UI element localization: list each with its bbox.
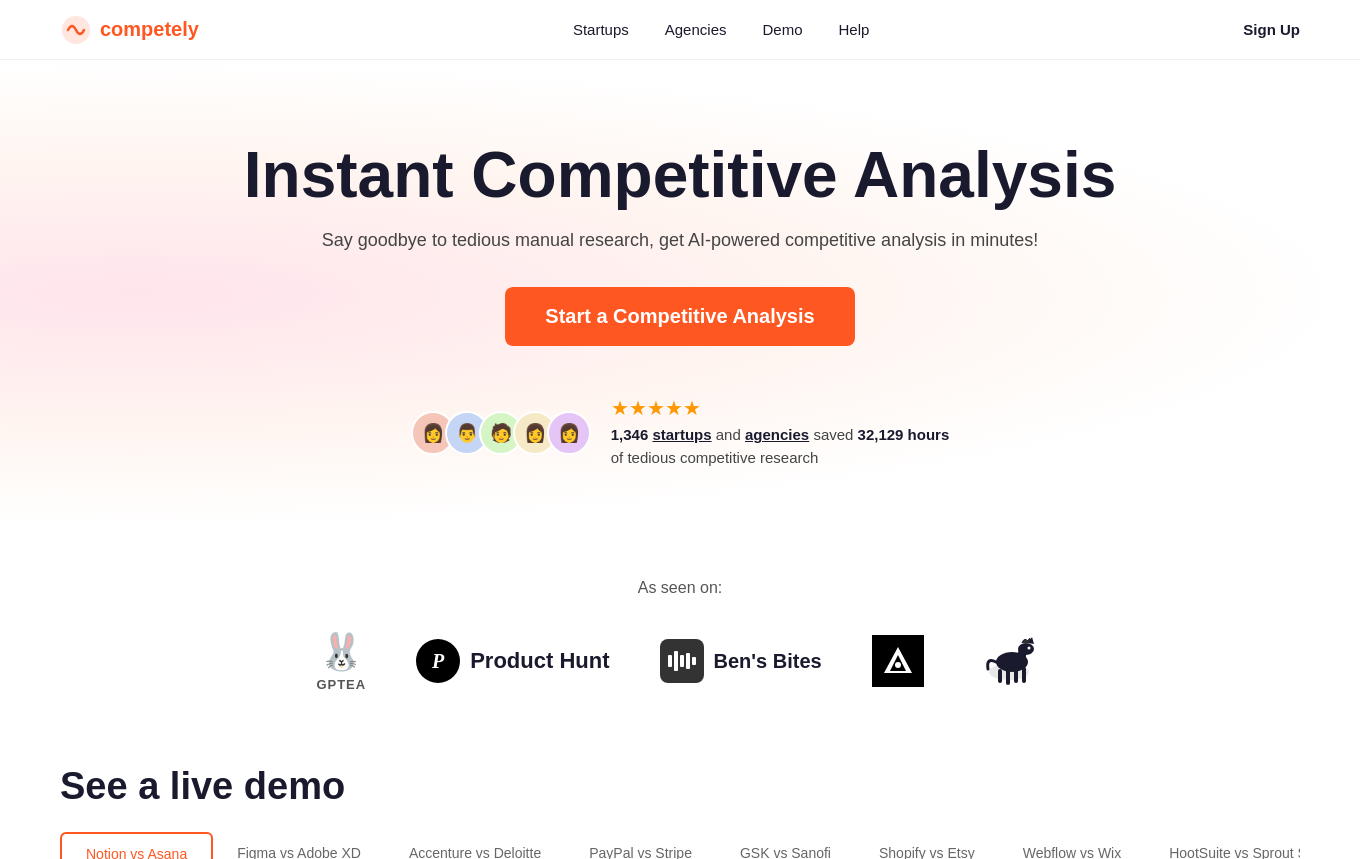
nav-startups[interactable]: Startups — [573, 21, 629, 38]
nav-links: Startups Agencies Demo Help — [573, 21, 869, 38]
demo-tab-figma-adobe[interactable]: Figma vs Adobe XD — [213, 832, 385, 859]
bens-bites-name: Ben's Bites — [714, 650, 822, 673]
demo-tab-gsk-sanofi[interactable]: GSK vs Sanofi — [716, 832, 855, 859]
product-hunt-logo: P Product Hunt — [416, 639, 609, 683]
as-seen-on-label: As seen on: — [20, 579, 1340, 597]
startups-link[interactable]: startups — [652, 426, 711, 443]
agencies-link[interactable]: agencies — [745, 426, 809, 443]
demo-tabs: Notion vs Asana Figma vs Adobe XD Accent… — [60, 832, 1300, 859]
svg-rect-16 — [1022, 667, 1026, 683]
svg-point-18 — [1027, 647, 1030, 650]
demo-tab-paypal-stripe[interactable]: PayPal vs Stripe — [565, 832, 716, 859]
hero-subheading: Say goodbye to tedious manual research, … — [20, 230, 1340, 251]
logo-text: competely — [100, 18, 199, 41]
svg-point-8 — [895, 662, 901, 668]
nav-help[interactable]: Help — [839, 21, 870, 38]
svg-rect-13 — [998, 669, 1002, 683]
gptea-text: GPTEA — [316, 677, 366, 692]
count: 1,346 — [611, 426, 649, 443]
svg-rect-4 — [686, 653, 690, 669]
avatar-group: 👩 👨 🧑 👩 👩 — [411, 411, 591, 455]
ai-valley-logo — [872, 635, 924, 687]
nav-agencies[interactable]: Agencies — [665, 21, 727, 38]
social-proof: 👩 👨 🧑 👩 👩 ★★★★★ 1,346 startups and agenc… — [20, 396, 1340, 469]
navbar: competely Startups Agencies Demo Help Si… — [0, 0, 1360, 60]
product-hunt-name: Product Hunt — [470, 648, 609, 674]
bens-bites-logo: Ben's Bites — [660, 639, 822, 683]
gptea-bunny-icon: 🐰 — [319, 631, 364, 673]
demo-tab-hootsuite-sprout[interactable]: HootSuite vs Sprout Social — [1145, 832, 1300, 859]
svg-rect-3 — [680, 655, 684, 667]
star-rating: ★★★★★ — [611, 396, 950, 420]
hero-heading: Instant Competitive Analysis — [20, 140, 1340, 210]
svg-rect-15 — [1014, 669, 1018, 683]
hours: 32,129 hours — [858, 426, 950, 443]
demo-tab-webflow-wix[interactable]: Webflow vs Wix — [999, 832, 1146, 859]
demo-tab-accenture-deloitte[interactable]: Accenture vs Deloitte — [385, 832, 565, 859]
svg-rect-2 — [674, 651, 678, 671]
signup-button[interactable]: Sign Up — [1243, 21, 1300, 38]
logos-row: 🐰 GPTEA P Product Hunt Ben's Bites — [20, 627, 1340, 695]
demo-tab-notion-asana[interactable]: Notion vs Asana — [60, 832, 213, 859]
svg-rect-1 — [668, 655, 672, 667]
superception-logo — [974, 627, 1044, 695]
svg-rect-12 — [1018, 649, 1026, 661]
hero-section: Instant Competitive Analysis Say goodbye… — [0, 60, 1360, 529]
avatar: 👩 — [547, 411, 591, 455]
stats-text: 1,346 startups and agencies saved 32,129… — [611, 424, 950, 469]
as-seen-on-section: As seen on: 🐰 GPTEA P Product Hunt — [0, 529, 1360, 725]
demo-title: See a live demo — [60, 765, 1300, 808]
svg-rect-5 — [692, 657, 696, 665]
gptea-logo: 🐰 GPTEA — [316, 631, 366, 692]
demo-section: See a live demo Notion vs Asana Figma vs… — [0, 725, 1360, 859]
rating-block: ★★★★★ 1,346 startups and agencies saved … — [611, 396, 950, 469]
product-hunt-icon: P — [416, 639, 460, 683]
bens-bites-icon — [660, 639, 704, 683]
nav-demo[interactable]: Demo — [762, 21, 802, 38]
cta-button[interactable]: Start a Competitive Analysis — [505, 287, 854, 346]
ai-valley-icon — [872, 635, 924, 687]
stats-suffix: of tedious competitive research — [611, 449, 819, 466]
svg-rect-14 — [1006, 669, 1010, 685]
demo-tab-shopify-etsy[interactable]: Shopify vs Etsy — [855, 832, 999, 859]
logo-link[interactable]: competely — [60, 14, 199, 46]
